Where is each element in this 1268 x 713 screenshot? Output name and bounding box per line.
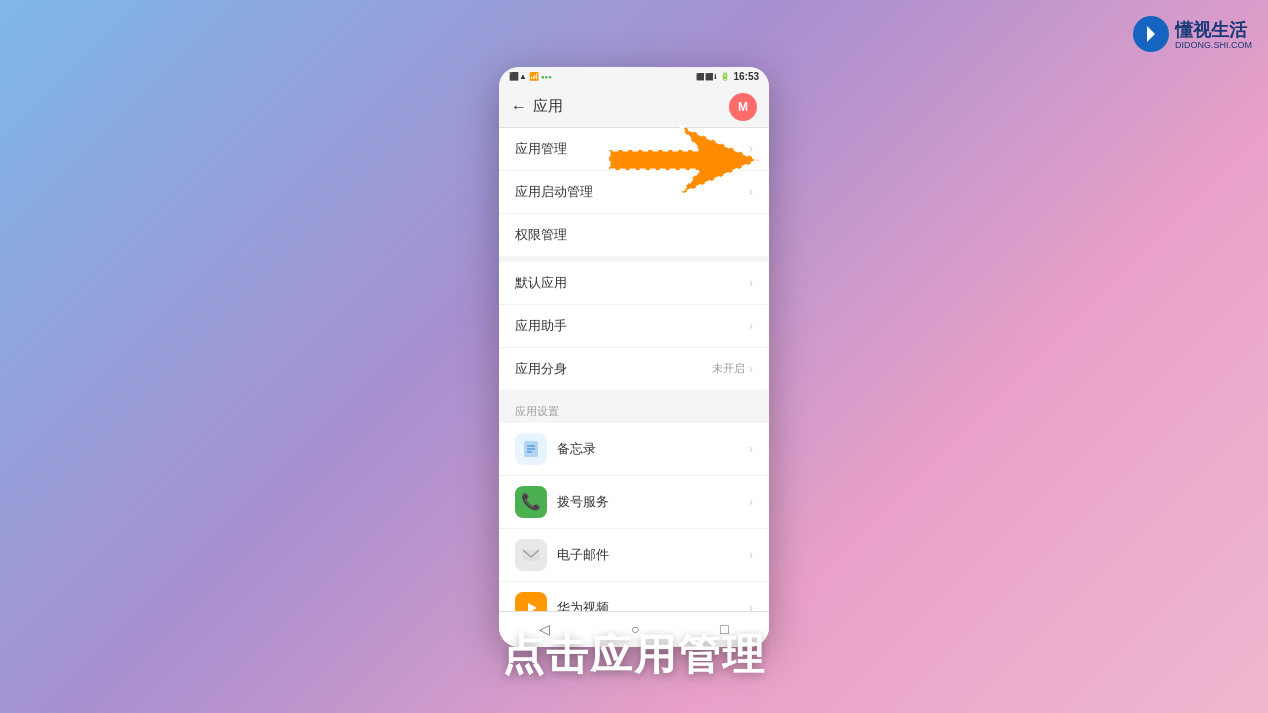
- status-bar: ⬛▲ 📶 ●●● ⬛⬛ℹ 🔋 16:53: [499, 67, 769, 87]
- page-title: 应用: [533, 97, 563, 116]
- section-label-app-settings: 应用设置: [499, 396, 769, 423]
- back-button[interactable]: ←: [511, 98, 527, 116]
- avatar-button[interactable]: M: [729, 93, 757, 121]
- app-startup-label: 应用启动管理: [515, 183, 593, 201]
- watermark: 懂视生活 DIDONG.SHI.COM: [1133, 16, 1252, 52]
- battery-icon: 🔋: [720, 72, 730, 81]
- status-time: 16:53: [733, 71, 759, 82]
- menu-item-permissions[interactable]: 权限管理 ›: [499, 214, 769, 256]
- menu-item-phone[interactable]: 📞 拨号服务 ›: [499, 476, 769, 529]
- menu-group-1: 应用管理 › 应用启动管理 › 权限管理 ›: [499, 128, 769, 256]
- notification-icons: ⬛⬛ℹ: [696, 73, 717, 81]
- chevron-notes: ›: [749, 442, 753, 456]
- chevron-video: ›: [749, 601, 753, 611]
- dot-icons: ●●●: [541, 74, 552, 80]
- notes-item-left: 备忘录: [515, 433, 596, 465]
- phone-item-left: 📞 拨号服务: [515, 486, 609, 518]
- menu-item-notes[interactable]: 备忘录 ›: [499, 423, 769, 476]
- email-icon: [515, 539, 547, 571]
- default-apps-label: 默认应用: [515, 274, 567, 292]
- video-label: 华为视频: [557, 599, 609, 611]
- wifi-icon: 📶: [529, 72, 539, 81]
- chevron-icon-2: ›: [749, 185, 753, 199]
- phone-label: 拨号服务: [557, 493, 609, 511]
- app-twin-label: 应用分身: [515, 360, 567, 378]
- menu-content: 应用管理 › 应用启动管理 › 权限管理 › 默认应用 › 应用助手 ›: [499, 128, 769, 611]
- chevron-icon: ›: [749, 142, 753, 156]
- chevron-icon-4: ›: [749, 276, 753, 290]
- permissions-label: 权限管理: [515, 226, 567, 244]
- email-label: 电子邮件: [557, 546, 609, 564]
- menu-group-2: 默认应用 › 应用助手 › 应用分身 未开启 ›: [499, 262, 769, 390]
- chevron-phone: ›: [749, 495, 753, 509]
- app-twin-status: 未开启: [712, 361, 745, 376]
- app-assistant-label: 应用助手: [515, 317, 567, 335]
- top-bar: ← 应用 M: [499, 87, 769, 128]
- app-management-label: 应用管理: [515, 140, 567, 158]
- chevron-email: ›: [749, 548, 753, 562]
- menu-item-video[interactable]: 华为视频 ›: [499, 582, 769, 611]
- watermark-logo: [1133, 16, 1169, 52]
- signal-icon: ⬛▲: [509, 72, 527, 81]
- menu-item-app-twin[interactable]: 应用分身 未开启 ›: [499, 348, 769, 390]
- caption: 点击应用管理: [0, 627, 1268, 683]
- menu-item-app-management[interactable]: 应用管理 ›: [499, 128, 769, 171]
- watermark-text-block: 懂视生活 DIDONG.SHI.COM: [1175, 18, 1252, 50]
- phone-frame: ⬛▲ 📶 ●●● ⬛⬛ℹ 🔋 16:53 ← 应用 M 应用管理 › 应用启动管…: [499, 67, 769, 647]
- phone-icon: 📞: [515, 486, 547, 518]
- status-bar-left: ⬛▲ 📶 ●●●: [509, 72, 552, 81]
- app-twin-right: 未开启 ›: [712, 361, 753, 376]
- video-icon: [515, 592, 547, 611]
- email-item-left: 电子邮件: [515, 539, 609, 571]
- watermark-url: DIDONG.SHI.COM: [1175, 40, 1252, 50]
- notes-label: 备忘录: [557, 440, 596, 458]
- menu-item-app-startup[interactable]: 应用启动管理 ›: [499, 171, 769, 214]
- status-bar-right: ⬛⬛ℹ 🔋 16:53: [696, 71, 759, 82]
- menu-group-apps: 备忘录 › 📞 拨号服务 › 电子邮件: [499, 423, 769, 611]
- menu-item-app-assistant[interactable]: 应用助手 ›: [499, 305, 769, 348]
- top-bar-left: ← 应用: [511, 97, 563, 116]
- notes-icon: [515, 433, 547, 465]
- chevron-icon-6: ›: [749, 362, 753, 376]
- watermark-title: 懂视生活: [1175, 18, 1252, 42]
- menu-item-email[interactable]: 电子邮件 ›: [499, 529, 769, 582]
- menu-item-default-apps[interactable]: 默认应用 ›: [499, 262, 769, 305]
- chevron-icon-5: ›: [749, 319, 753, 333]
- video-item-left: 华为视频: [515, 592, 609, 611]
